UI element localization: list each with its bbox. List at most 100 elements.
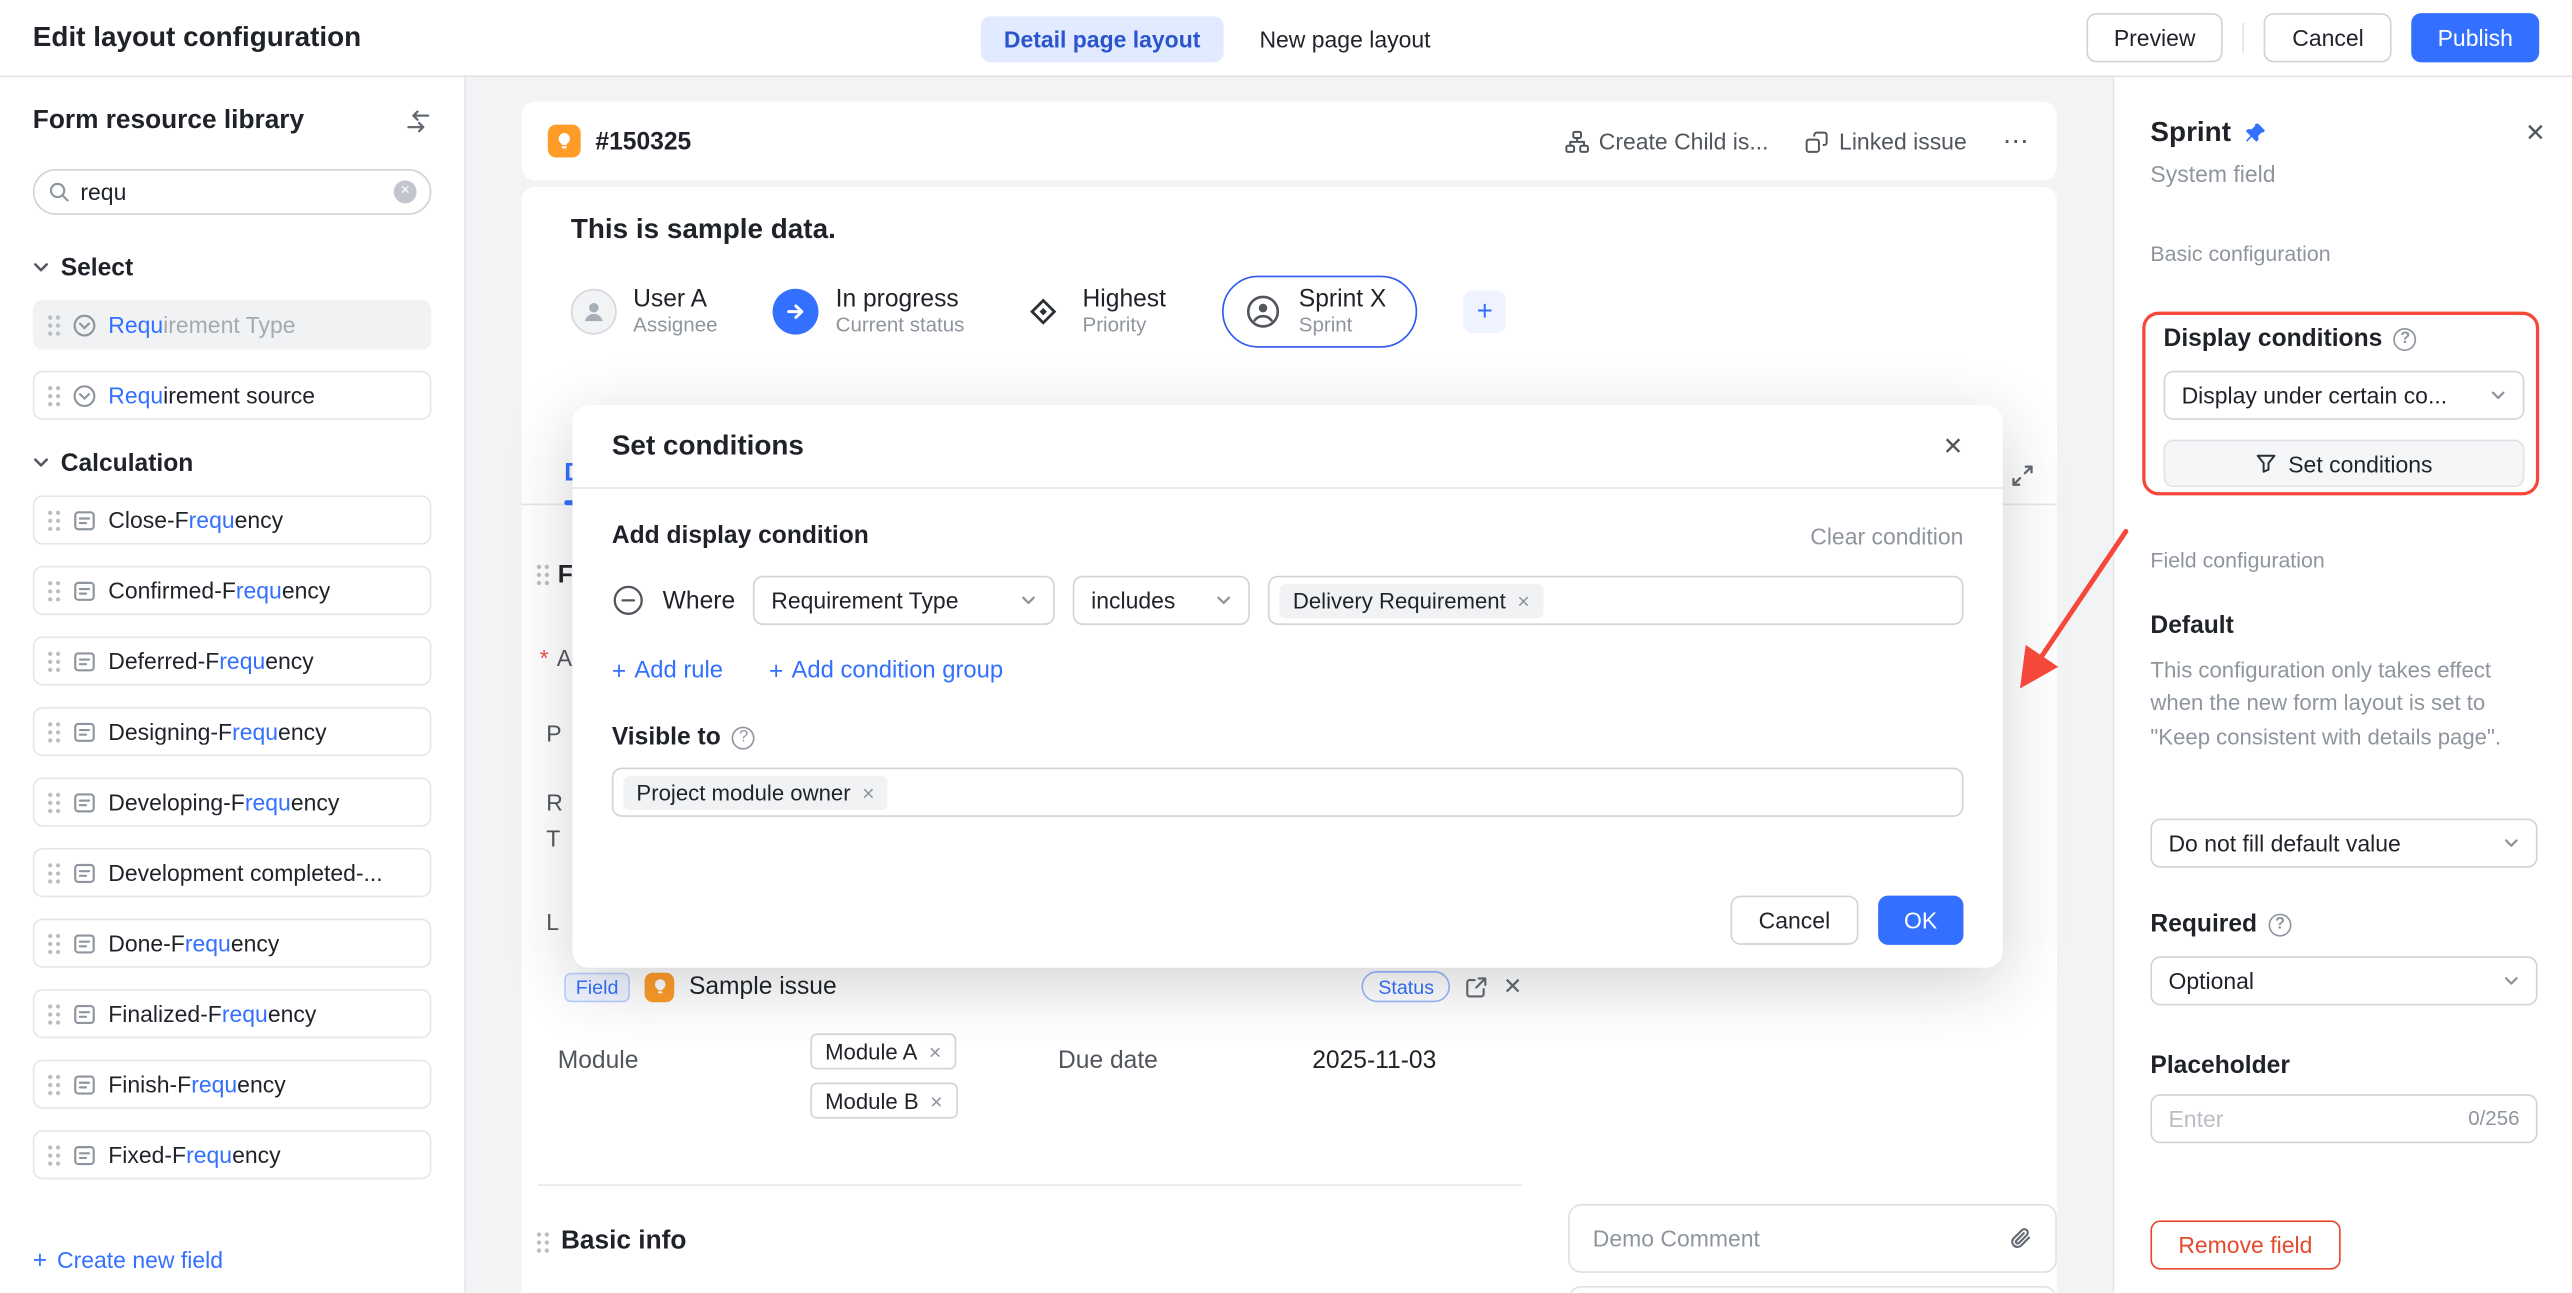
calculation-field-icon [72,931,97,956]
page-title: Edit layout configuration [32,21,362,53]
library-field-item[interactable]: Close-Frequency [32,495,432,545]
condition-field-select[interactable]: Requirement Type [753,575,1056,625]
remove-tag-icon[interactable]: × [862,782,874,803]
library-field-item[interactable]: Done-Frequency [32,918,432,968]
section-divider [538,1184,1523,1186]
drag-handle-icon [48,791,61,812]
library-search-input[interactable] [80,178,384,206]
create-child-issue-button[interactable]: Create Child is... [1564,128,1769,154]
remove-condition-icon[interactable] [612,584,645,617]
assignee-chip[interactable]: User A Assignee [570,285,718,337]
drag-handle-icon [48,862,61,883]
library-field-item[interactable]: Finish-Frequency [32,1059,432,1109]
field-section-fragment: F [536,561,573,589]
cancel-button[interactable]: Cancel [2264,13,2392,63]
library-search: × [32,168,432,215]
section-calculation[interactable]: Calculation [0,446,464,479]
help-icon[interactable]: ? [732,725,756,749]
issue-type-icon [547,124,581,158]
expand-icon[interactable] [2011,464,2034,487]
chevron-down-icon [33,454,49,470]
default-value-select[interactable]: Do not fill default value [2150,818,2538,868]
due-date-value[interactable]: 2025-11-03 [1312,1047,1436,1075]
remove-tag-icon[interactable]: × [929,1041,941,1062]
library-field-item[interactable]: Requirement Type [32,300,432,350]
remove-linked-issue-icon[interactable]: ✕ [1503,973,1522,1001]
linked-issue-icon [1805,129,1830,154]
section-select[interactable]: Select [0,251,464,284]
visible-to-label: Visible to [611,723,721,752]
required-asterisk: * [539,644,549,671]
plus-icon: + [32,1245,48,1274]
modal-ok-button[interactable]: OK [1877,895,1964,945]
library-field-item[interactable]: Deferred-Frequency [32,636,432,686]
select-field-icon [72,383,97,408]
collapse-library-icon[interactable] [405,108,431,134]
char-counter: 0/256 [2468,1107,2520,1131]
calculation-field-icon [72,508,97,533]
remove-field-button[interactable]: Remove field [2150,1220,2341,1270]
condition-value-input[interactable]: Delivery Requirement × [1268,575,1964,625]
sprint-chip-selected[interactable]: Sprint X Sprint [1221,275,1418,348]
add-condition-group-link[interactable]: + Add condition group [769,658,1003,684]
status-arrow-icon [773,288,820,335]
add-rule-link[interactable]: + Add rule [612,658,723,684]
remove-tag-icon[interactable]: × [1517,590,1529,611]
form-label-fragment: T [546,825,561,852]
chevron-down-icon [33,259,49,275]
drag-handle-icon [48,1144,61,1165]
visible-to-input[interactable]: Project module owner × [611,767,1964,817]
modal-cancel-button[interactable]: Cancel [1730,895,1859,945]
library-field-item[interactable]: Finalized-Frequency [32,989,432,1039]
attachment-paperclip-icon[interactable] [2009,1226,2032,1251]
clear-search-icon[interactable]: × [393,180,417,204]
module-tags: Module A × Module B × [810,1033,958,1119]
add-field-chip-button[interactable]: + [1463,290,1507,333]
library-field-item[interactable]: Confirmed-Frequency [32,565,432,616]
set-conditions-button[interactable]: Set conditions [2163,439,2525,488]
status-pill[interactable]: Status [1361,971,1451,1003]
display-conditions-label: Display conditions ? [2164,325,2417,353]
layout-tabs: Detail page layout New page layout [980,0,1454,77]
more-actions-icon[interactable]: ⋯ [2003,125,2031,158]
default-label: Default [2150,611,2234,640]
clear-condition-link[interactable]: Clear condition [1810,522,1963,548]
drag-handle-icon [48,509,61,530]
library-field-item[interactable]: Fixed-Frequency [32,1130,432,1180]
modal-close-icon[interactable]: ✕ [1943,431,1964,461]
library-field-item[interactable]: Designing-Frequency [32,706,432,757]
chevron-down-icon [1216,592,1232,608]
tab-detail-page-layout[interactable]: Detail page layout [980,15,1224,62]
form-label-fragment: P [546,720,562,747]
placeholder-label: Placeholder [2150,1051,2290,1080]
condition-operator-select[interactable]: includes [1073,575,1251,625]
library-field-item[interactable]: Requirement source [32,370,432,420]
pin-icon[interactable] [2244,121,2267,144]
placeholder-input[interactable] [2168,1105,2459,1132]
help-icon[interactable]: ? [2268,912,2292,936]
help-icon[interactable]: ? [2393,327,2417,351]
preview-button[interactable]: Preview [2085,13,2224,63]
library-field-item[interactable]: Developing-Frequency [32,777,432,827]
priority-chip[interactable]: Highest Priority [1020,285,1166,337]
module-tag[interactable]: Module B × [810,1082,958,1119]
linked-issue-button[interactable]: Linked issue [1805,128,1967,154]
comment-input[interactable]: Demo Comment [1568,1203,2057,1273]
required-select[interactable]: Optional [2150,956,2538,1006]
current-status-chip[interactable]: In progress Current status [773,285,964,337]
form-label-fragment: L [546,908,560,935]
drag-handle-icon [48,933,61,954]
create-new-field-link[interactable]: + Create new field [0,1240,465,1280]
publish-button[interactable]: Publish [2411,13,2540,63]
condition-value-tag: Delivery Requirement × [1279,583,1543,618]
module-tag[interactable]: Module A × [810,1033,957,1070]
library-field-item[interactable]: Development completed-... [32,848,432,898]
open-in-new-icon[interactable] [1465,975,1488,998]
sample-issue-title[interactable]: Sample issue [689,973,837,1001]
drag-handle-icon [48,1074,61,1095]
display-conditions-select[interactable]: Display under certain co... [2163,370,2525,420]
remove-tag-icon[interactable]: × [930,1090,942,1111]
tab-new-page-layout[interactable]: New page layout [1236,16,1453,62]
panel-close-icon[interactable]: ✕ [2525,118,2546,148]
basic-configuration-section-label: Basic configuration [2150,241,2331,266]
